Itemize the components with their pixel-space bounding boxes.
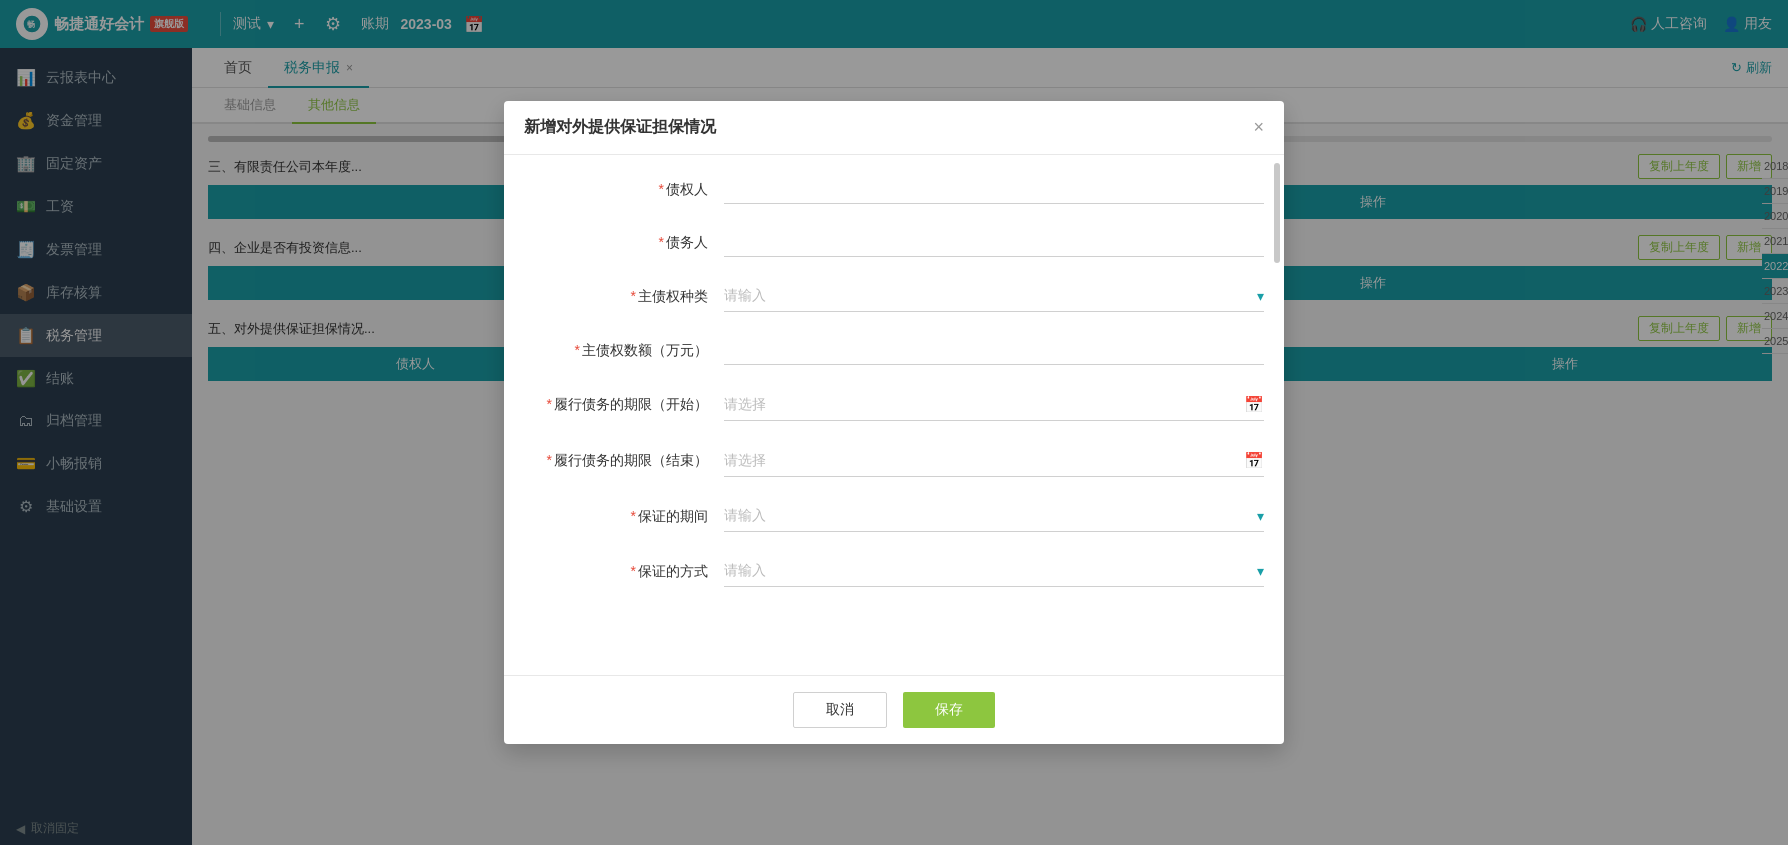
guarantee-period-select[interactable]: 请输入 ▾ <box>724 501 1264 532</box>
form-row-claim-type: *主债权种类 请输入 ▾ <box>544 281 1264 312</box>
claim-type-arrow-icon: ▾ <box>1257 288 1264 304</box>
period-start-picker[interactable]: 请选择 📅 <box>724 389 1264 421</box>
form-row-period-start: *履行债务的期限（开始） 请选择 📅 <box>544 389 1264 421</box>
claim-type-select[interactable]: 请输入 ▾ <box>724 281 1264 312</box>
form-row-debtor: *债务人 <box>544 228 1264 257</box>
dialog-header: 新增对外提供保证担保情况 × <box>504 101 1284 155</box>
period-end-label: *履行债务的期限（结束） <box>544 452 724 470</box>
form-row-claim-amount: *主债权数额（万元） <box>544 336 1264 365</box>
debtor-label: *债务人 <box>544 234 724 252</box>
guarantee-method-arrow-icon: ▾ <box>1257 563 1264 579</box>
guarantee-method-placeholder: 请输入 <box>724 562 1257 580</box>
claim-amount-label: *主债权数额（万元） <box>544 342 724 360</box>
guarantee-period-placeholder: 请输入 <box>724 507 1257 525</box>
period-end-picker[interactable]: 请选择 📅 <box>724 445 1264 477</box>
dialog-close-btn[interactable]: × <box>1253 117 1264 138</box>
period-end-placeholder: 请选择 <box>724 452 1244 470</box>
form-row-period-end: *履行债务的期限（结束） 请选择 📅 <box>544 445 1264 477</box>
dialog-scroll-thumb <box>1274 163 1280 263</box>
period-start-placeholder: 请选择 <box>724 396 1244 414</box>
period-start-calendar-icon: 📅 <box>1244 395 1264 414</box>
dialog-body: *债权人 *债务人 *主债权种类 请输入 <box>504 155 1284 675</box>
form-row-creditor: *债权人 <box>544 175 1264 204</box>
dialog-title: 新增对外提供保证担保情况 <box>524 117 716 138</box>
overlay[interactable]: 新增对外提供保证担保情况 × *债权人 *债务人 <box>0 0 1788 845</box>
cancel-button[interactable]: 取消 <box>793 692 887 728</box>
claim-type-label: *主债权种类 <box>544 288 724 306</box>
save-button[interactable]: 保存 <box>903 692 995 728</box>
claim-type-placeholder: 请输入 <box>724 287 1257 305</box>
period-end-calendar-icon: 📅 <box>1244 451 1264 470</box>
creditor-input[interactable] <box>724 175 1264 204</box>
claim-amount-input[interactable] <box>724 336 1264 365</box>
form-row-guarantee-method: *保证的方式 请输入 ▾ <box>544 556 1264 587</box>
guarantee-period-label: *保证的期间 <box>544 508 724 526</box>
dialog-scrollbar[interactable] <box>1272 155 1280 675</box>
period-start-label: *履行债务的期限（开始） <box>544 396 724 414</box>
form-row-guarantee-period: *保证的期间 请输入 ▾ <box>544 501 1264 532</box>
dialog: 新增对外提供保证担保情况 × *债权人 *债务人 <box>504 101 1284 744</box>
debtor-input[interactable] <box>724 228 1264 257</box>
guarantee-method-select[interactable]: 请输入 ▾ <box>724 556 1264 587</box>
dialog-footer: 取消 保存 <box>504 675 1284 744</box>
dialog-body-wrapper: *债权人 *债务人 *主债权种类 请输入 <box>504 155 1284 675</box>
guarantee-period-arrow-icon: ▾ <box>1257 508 1264 524</box>
guarantee-method-label: *保证的方式 <box>544 563 724 581</box>
creditor-label: *债权人 <box>544 181 724 199</box>
